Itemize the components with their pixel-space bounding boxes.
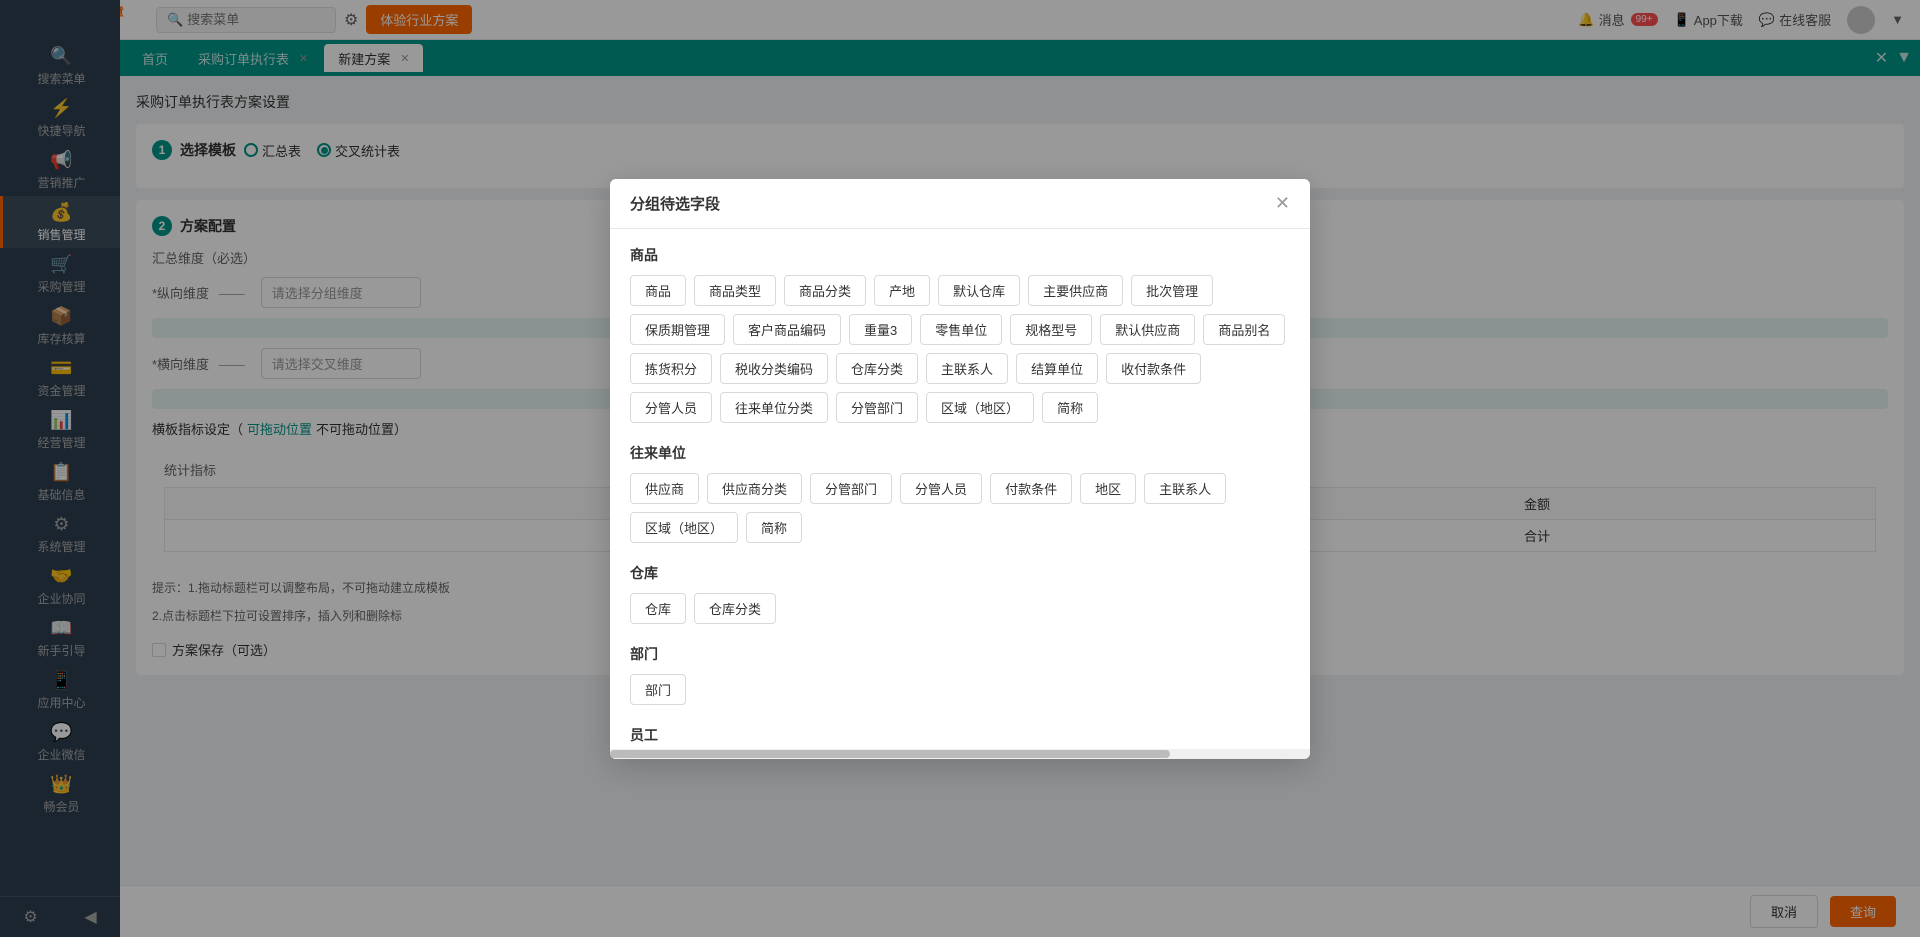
field-tag-partner-0[interactable]: 供应商 — [630, 473, 699, 504]
field-tag-warehouse-0[interactable]: 仓库 — [630, 593, 686, 624]
field-tag-goods-17[interactable]: 主联系人 — [926, 353, 1008, 384]
field-tag-goods-14[interactable]: 拣货积分 — [630, 353, 712, 384]
field-tag-partner-2[interactable]: 分管部门 — [810, 473, 892, 504]
modal-dialog: 分组待选字段 ✕ 商品商品商品类型商品分类产地默认仓库主要供应商批次管理保质期管… — [610, 179, 1310, 759]
field-tag-goods-18[interactable]: 结算单位 — [1016, 353, 1098, 384]
field-tag-goods-24[interactable]: 简称 — [1042, 392, 1098, 423]
field-tag-partner-8[interactable]: 简称 — [746, 512, 802, 543]
field-tag-goods-7[interactable]: 保质期管理 — [630, 314, 725, 345]
field-tag-partner-7[interactable]: 区域（地区） — [630, 512, 738, 543]
modal-body: 商品商品商品类型商品分类产地默认仓库主要供应商批次管理保质期管理客户商品编码重量… — [610, 229, 1310, 749]
modal-header: 分组待选字段 ✕ — [610, 179, 1310, 229]
modal-section-tags-warehouse: 仓库仓库分类 — [630, 593, 1290, 624]
modal-section-department: 部门部门 — [630, 644, 1290, 705]
modal-section-tags-partner: 供应商供应商分类分管部门分管人员付款条件地区主联系人区域（地区） 简称 — [630, 473, 1290, 543]
modal-scrollbar-thumb — [610, 750, 1170, 758]
field-tag-warehouse-1[interactable]: 仓库分类 — [694, 593, 776, 624]
field-tag-partner-4[interactable]: 付款条件 — [990, 473, 1072, 504]
modal-section-title-staff: 员工 — [630, 725, 1290, 745]
field-tag-goods-20[interactable]: 分管人员 — [630, 392, 712, 423]
field-tag-goods-22[interactable]: 分管部门 — [836, 392, 918, 423]
field-tag-goods-5[interactable]: 主要供应商 — [1028, 275, 1123, 306]
field-tag-department-0[interactable]: 部门 — [630, 674, 686, 705]
field-tag-goods-13[interactable]: 商品别名 — [1203, 314, 1285, 345]
field-tag-goods-1[interactable]: 商品类型 — [694, 275, 776, 306]
modal-section-title-partner: 往来单位 — [630, 443, 1290, 463]
field-tag-partner-3[interactable]: 分管人员 — [900, 473, 982, 504]
field-tag-goods-15[interactable]: 税收分类编码 — [720, 353, 828, 384]
field-tag-goods-2[interactable]: 商品分类 — [784, 275, 866, 306]
field-tag-partner-1[interactable]: 供应商分类 — [707, 473, 802, 504]
modal-section-title-goods: 商品 — [630, 245, 1290, 265]
field-tag-goods-6[interactable]: 批次管理 — [1131, 275, 1213, 306]
field-tag-goods-8[interactable]: 客户商品编码 — [733, 314, 841, 345]
modal-scrollbar[interactable] — [610, 749, 1310, 759]
modal-title: 分组待选字段 — [630, 193, 720, 214]
modal-section-partner: 往来单位供应商供应商分类分管部门分管人员付款条件地区主联系人区域（地区） 简称 — [630, 443, 1290, 543]
field-tag-goods-16[interactable]: 仓库分类 — [836, 353, 918, 384]
field-tag-goods-3[interactable]: 产地 — [874, 275, 930, 306]
field-tag-partner-6[interactable]: 主联系人 — [1144, 473, 1226, 504]
modal-section-staff: 员工业务员 — [630, 725, 1290, 749]
field-tag-goods-23[interactable]: 区域（地区） — [926, 392, 1034, 423]
field-tag-goods-11[interactable]: 规格型号 — [1010, 314, 1092, 345]
field-tag-goods-10[interactable]: 零售单位 — [920, 314, 1002, 345]
modal-section-tags-goods: 商品商品类型商品分类产地默认仓库主要供应商批次管理保质期管理客户商品编码重量3 零… — [630, 275, 1290, 423]
modal-section-warehouse: 仓库仓库仓库分类 — [630, 563, 1290, 624]
modal-section-title-warehouse: 仓库 — [630, 563, 1290, 583]
modal-section-tags-department: 部门 — [630, 674, 1290, 705]
field-tag-goods-12[interactable]: 默认供应商 — [1100, 314, 1195, 345]
field-tag-goods-21[interactable]: 往来单位分类 — [720, 392, 828, 423]
modal-section-title-department: 部门 — [630, 644, 1290, 664]
modal-section-goods: 商品商品商品类型商品分类产地默认仓库主要供应商批次管理保质期管理客户商品编码重量… — [630, 245, 1290, 423]
field-tag-goods-9[interactable]: 重量3 — [849, 314, 912, 345]
field-tag-goods-0[interactable]: 商品 — [630, 275, 686, 306]
modal-close-button[interactable]: ✕ — [1275, 193, 1290, 214]
field-tag-goods-19[interactable]: 收付款条件 — [1106, 353, 1201, 384]
field-tag-partner-5[interactable]: 地区 — [1080, 473, 1136, 504]
field-tag-goods-4[interactable]: 默认仓库 — [938, 275, 1020, 306]
